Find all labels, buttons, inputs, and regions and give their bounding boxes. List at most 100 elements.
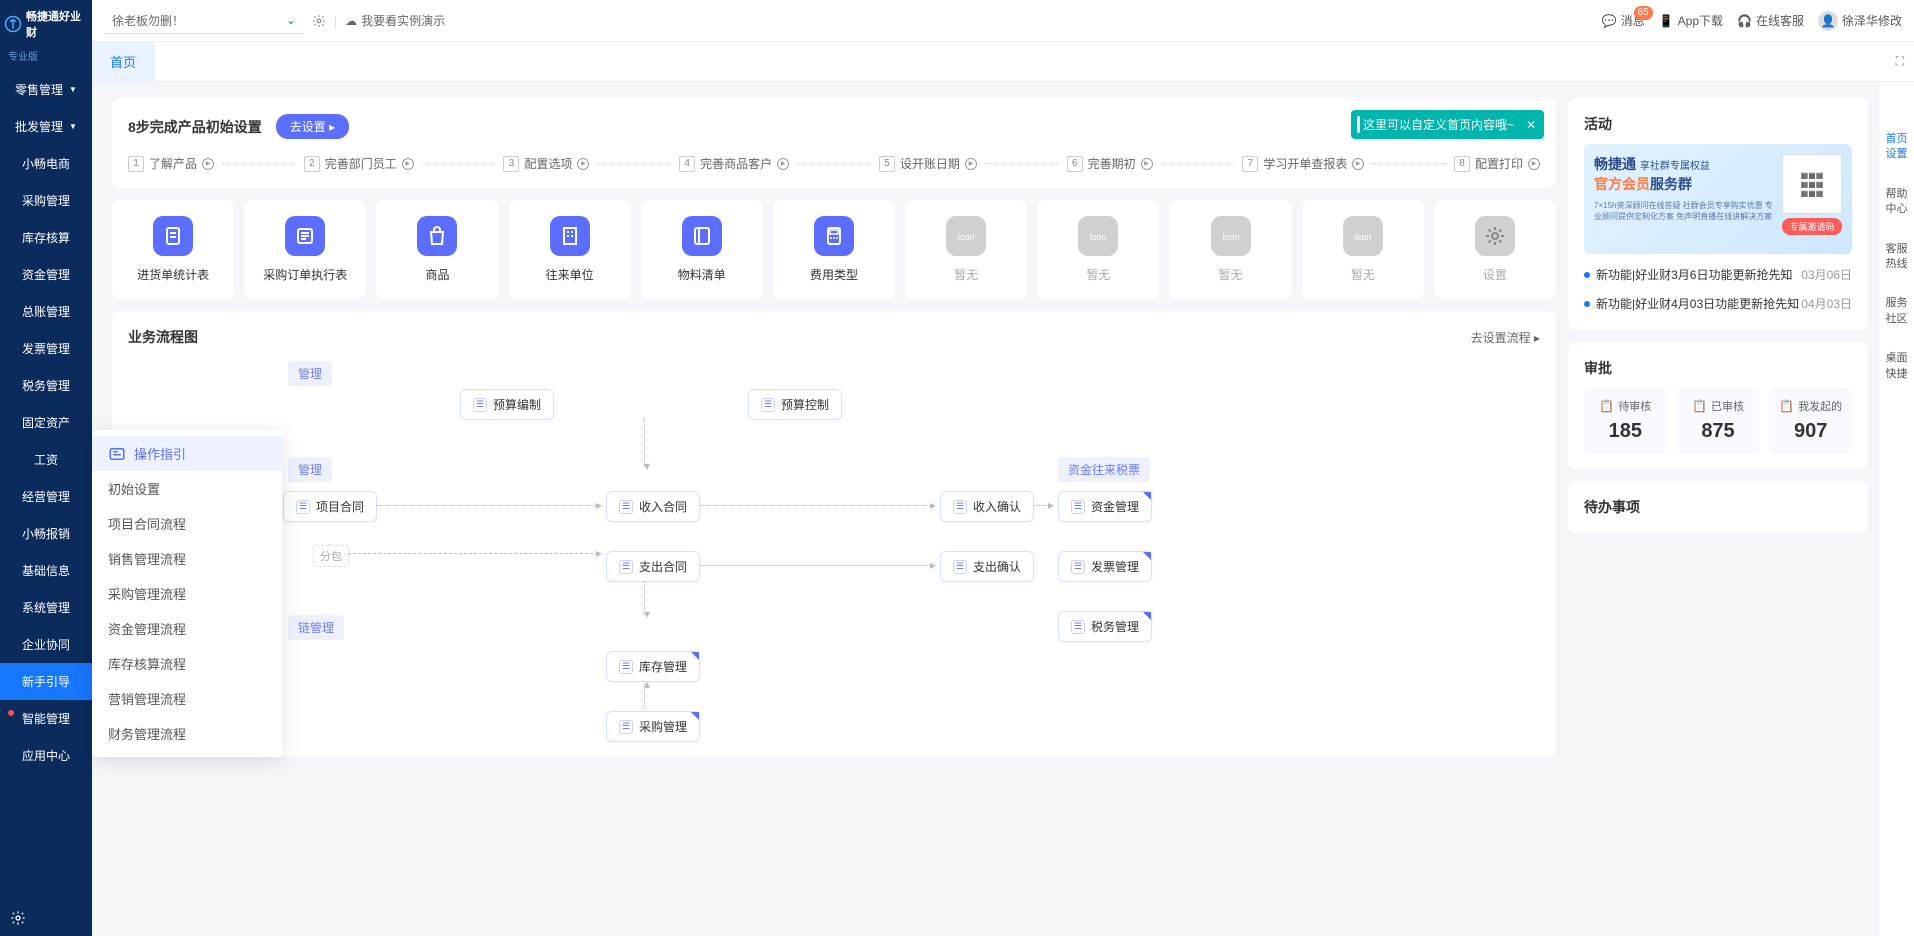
flow-node-tax[interactable]: ☰税务管理 [1058,611,1152,642]
quick-card-7[interactable]: Icon暂无 [1037,200,1159,299]
flow-node-inventory[interactable]: ☰库存管理 [606,651,700,682]
flow-node-income-confirm[interactable]: ☰收入确认 [940,491,1034,522]
flow-card: 业务流程图 去设置流程 ▸ 管理 ☰预算编制 ☰预算控制 管理 [112,311,1556,757]
activity-item-1[interactable]: 新功能|好业财4月03日功能更新抢先知04月03日 [1584,293,1852,314]
quick-card-0[interactable]: 进货单统计表 [112,200,234,299]
quick-card-2[interactable]: 商品 [376,200,498,299]
settings-icon[interactable] [312,14,326,28]
submenu-item-8[interactable]: 财务管理流程 [92,716,282,751]
clipboard-icon: 📋 [1692,399,1707,413]
chevron-down-icon: ⌄ [286,13,296,27]
kpi-0[interactable]: 📋待审核185 [1584,388,1667,453]
setup-step-8[interactable]: 8配置打印▶ [1454,155,1540,172]
submenu-item-5[interactable]: 资金管理流程 [92,611,282,646]
flow-arrow [1034,505,1050,506]
quick-card-4[interactable]: 物料清单 [641,200,763,299]
activities-banner[interactable]: 畅捷通 享社群专属权益 官方会员服务群 7×15h资深顾问在线答疑 社群会员专享… [1584,144,1852,254]
setup-step-2[interactable]: 2完善部门员工▶ [304,155,414,172]
flow-tag-budget: 管理 [288,361,332,386]
flow-node-purchase[interactable]: ☰采购管理 [606,711,700,742]
kpi-1[interactable]: 📋已审核875 [1677,388,1760,453]
sidebar-item-3[interactable]: 采购管理 [0,182,92,219]
bullet-icon [1584,272,1590,278]
quick-card-5[interactable]: 费用类型 [773,200,895,299]
play-icon: ▶ [202,158,214,170]
play-icon: ▶ [965,158,977,170]
sidebar-item-7[interactable]: 发票管理 [0,330,92,367]
flow-node-budget-ctrl[interactable]: ☰预算控制 [748,389,842,420]
setup-step-3[interactable]: 3配置选项▶ [503,155,589,172]
flow-node-funds[interactable]: ☰资金管理 [1058,491,1152,522]
flow-settings-link[interactable]: 去设置流程 ▸ [1471,329,1540,346]
org-selector[interactable]: 徐老板勿删！ ⌄ [104,8,304,34]
sidebar-settings[interactable] [0,900,92,936]
phone-icon: 📱 [1659,14,1674,28]
kpi-2[interactable]: 📋我发起的907 [1769,388,1852,453]
submenu-item-0[interactable]: 操作指引 [92,436,282,471]
user-menu[interactable]: 👤 徐泽华修改 [1818,11,1902,31]
activity-item-0[interactable]: 新功能|好业财3月6日功能更新抢先知03月06日 [1584,264,1852,285]
app-download-button[interactable]: 📱 App下载 [1659,12,1723,29]
close-icon[interactable]: ✕ [1526,118,1536,132]
sidebar-item-10[interactable]: 工资 [0,441,92,478]
invite-code-button[interactable]: 专属邀请码 [1782,218,1842,235]
flow-node-proj-contract[interactable]: ☰项目合同 [283,491,377,522]
quick-card-1[interactable]: 采购订单执行表 [244,200,366,299]
sidebar-item-16[interactable]: 新手引导 [0,663,92,700]
headset-icon: 🎧 [1737,14,1752,28]
setup-step-4[interactable]: 4完善商品客户▶ [679,155,789,172]
sidebar-item-9[interactable]: 固定资产 [0,404,92,441]
sidebar-item-8[interactable]: 税务管理 [0,367,92,404]
flow-node-budget-edit[interactable]: ☰预算编制 [460,389,554,420]
sidebar-item-12[interactable]: 小畅报销 [0,515,92,552]
right-rail: 首页设置帮助中心客服热线服务社区桌面快捷 [1878,82,1914,936]
setup-step-7[interactable]: 7学习开单查报表▶ [1242,155,1364,172]
quick-card-6[interactable]: Icon暂无 [905,200,1027,299]
go-setup-button[interactable]: 去设置 ▸ [276,114,349,139]
submenu-item-4[interactable]: 采购管理流程 [92,576,282,611]
sidebar-item-14[interactable]: 系统管理 [0,589,92,626]
flow-node-expense-confirm[interactable]: ☰支出确认 [940,551,1034,582]
sidebar-item-5[interactable]: 资金管理 [0,256,92,293]
sidebar-item-0[interactable]: 零售管理▼ [0,71,92,108]
rail-item-3[interactable]: 服务社区 [1882,286,1912,337]
submenu-item-1[interactable]: 初始设置 [92,471,282,506]
qr-code-icon: ▦▦▦▦▦▦▦▦▦ [1782,154,1842,214]
rail-item-1[interactable]: 帮助中心 [1882,177,1912,228]
online-service-button[interactable]: 🎧 在线客服 [1737,12,1804,29]
setup-step-5[interactable]: 5设开账日期▶ [879,155,977,172]
sidebar-item-4[interactable]: 库存核算 [0,219,92,256]
sidebar-item-13[interactable]: 基础信息 [0,552,92,589]
sidebar-item-6[interactable]: 总账管理 [0,293,92,330]
sidebar-item-1[interactable]: 批发管理▼ [0,108,92,145]
logo[interactable]: 畅捷通好业财 [0,0,92,48]
rail-item-4[interactable]: 桌面快捷 [1882,341,1912,392]
tab-home[interactable]: 首页 [92,42,155,81]
quick-card-10[interactable]: 设置 [1434,200,1556,299]
rail-item-2[interactable]: 客服热线 [1882,232,1912,283]
quick-card-8[interactable]: Icon暂无 [1169,200,1291,299]
submenu-item-6[interactable]: 库存核算流程 [92,646,282,681]
sidebar-item-2[interactable]: 小畅电商 [0,145,92,182]
rail-item-0[interactable]: 首页设置 [1882,122,1912,173]
sidebar-item-18[interactable]: 应用中心 [0,737,92,774]
submenu-newbie-guide: 操作指引初始设置项目合同流程销售管理流程采购管理流程资金管理流程库存核算流程营销… [92,430,282,757]
messages-button[interactable]: 💬 消息 65 [1602,12,1645,29]
submenu-item-7[interactable]: 营销管理流程 [92,681,282,716]
setup-step-6[interactable]: 6完善期初▶ [1067,155,1153,172]
icon-icon: Icon [946,216,986,256]
fullscreen-toggle[interactable]: ⛶ [1886,54,1914,69]
flow-node-invoice[interactable]: ☰发票管理 [1058,551,1152,582]
flow-node-expense-contract[interactable]: ☰支出合同 [606,551,700,582]
setup-step-1[interactable]: 1了解产品▶ [128,155,214,172]
submenu-item-3[interactable]: 销售管理流程 [92,541,282,576]
submenu-item-2[interactable]: 项目合同流程 [92,506,282,541]
sidebar-item-17[interactable]: 智能管理 [0,700,92,737]
sidebar-item-15[interactable]: 企业协同 [0,626,92,663]
demo-link[interactable]: ☁ 我要看实例演示 [345,12,445,29]
quick-card-3[interactable]: 往来单位 [509,200,631,299]
gear-icon [10,910,26,926]
quick-card-9[interactable]: Icon暂无 [1302,200,1424,299]
flow-node-income-contract[interactable]: ☰收入合同 [606,491,700,522]
sidebar-item-11[interactable]: 经营管理 [0,478,92,515]
